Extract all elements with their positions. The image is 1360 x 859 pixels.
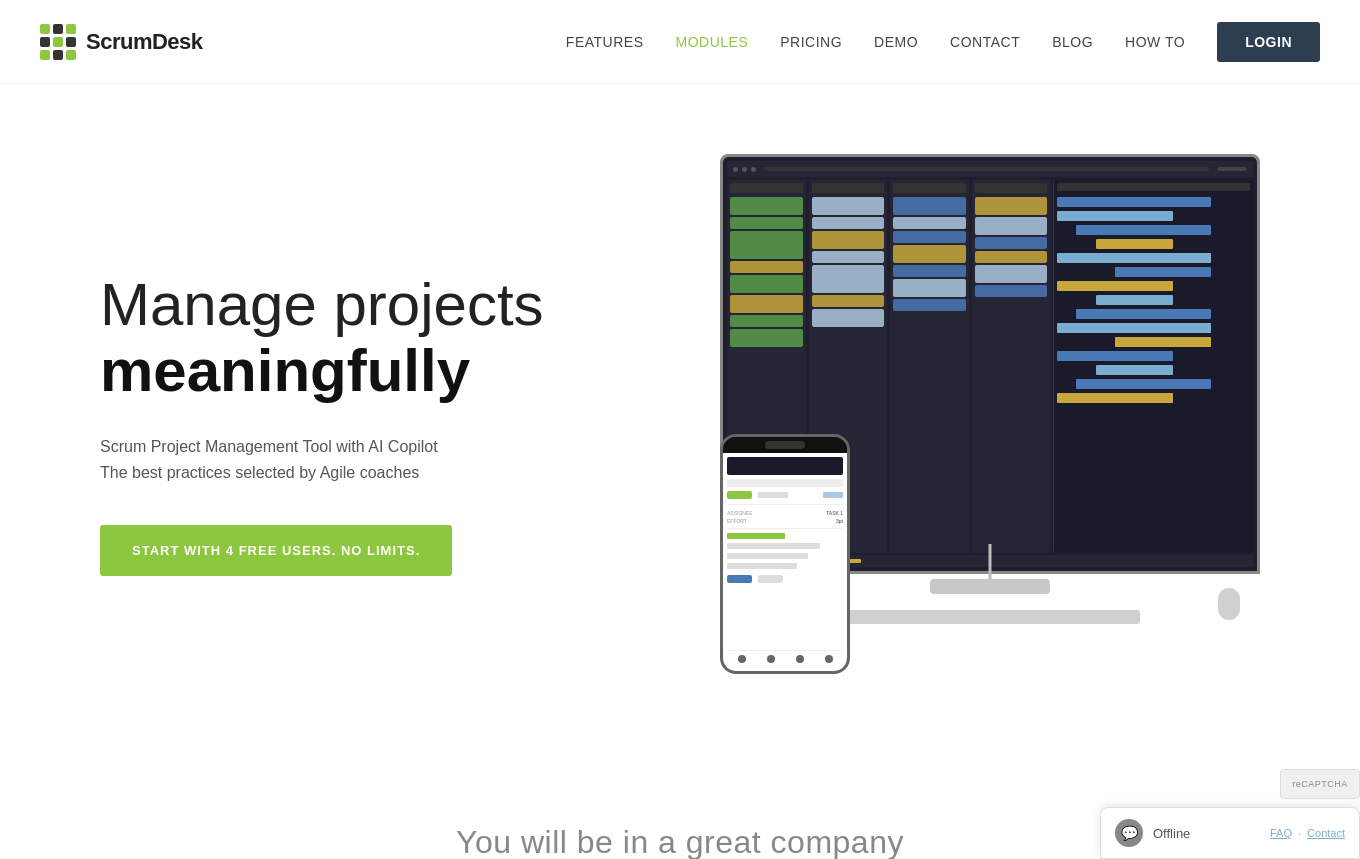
hero-title: Manage projects meaningfully <box>100 272 680 404</box>
screen-right-panel <box>1053 180 1253 553</box>
logo-dot <box>53 50 63 60</box>
chat-widget[interactable]: 💬 Offline FAQ · Contact <box>1100 807 1360 859</box>
nav-demo[interactable]: DEMO <box>874 34 918 50</box>
chat-icon: 💬 <box>1115 819 1143 847</box>
nav-modules[interactable]: MODULES <box>676 34 749 50</box>
logo-dot <box>53 24 63 34</box>
chat-status: Offline <box>1153 826 1190 841</box>
phone-notch <box>723 437 847 453</box>
chat-faq-link[interactable]: FAQ <box>1270 827 1292 839</box>
screen-topbar <box>727 161 1253 177</box>
logo-text: ScrumDesk <box>86 29 203 55</box>
nav-contact[interactable]: CONTACT <box>950 34 1020 50</box>
logo-dot <box>40 50 50 60</box>
phone: ASSIGNEETASK 1 EFFORT3pt <box>720 434 850 674</box>
logo-grid-icon <box>40 24 76 60</box>
chat-contact-link[interactable]: Contact <box>1307 827 1345 839</box>
hero-subtitle: Scrum Project Management Tool with AI Co… <box>100 434 680 485</box>
logo-dot <box>53 37 63 47</box>
logo-dot <box>40 24 50 34</box>
nav-blog[interactable]: BLOG <box>1052 34 1093 50</box>
hero-content: Manage projects meaningfully Scrum Proje… <box>100 272 680 576</box>
cta-button[interactable]: START WITH 4 FREE USERS. NO LIMITS. <box>100 525 452 576</box>
chat-links: FAQ · Contact <box>1270 827 1345 839</box>
logo-dot <box>66 50 76 60</box>
recaptcha-text: reCAPTCHA <box>1292 779 1348 789</box>
recaptcha-badge: reCAPTCHA <box>1280 769 1360 799</box>
logo-dot <box>66 24 76 34</box>
login-button[interactable]: LOGIN <box>1217 22 1320 62</box>
nav-features[interactable]: FEATURES <box>566 34 644 50</box>
main-nav: FEATURES MODULES PRICING DEMO CONTACT BL… <box>566 22 1320 62</box>
phone-content: ASSIGNEETASK 1 EFFORT3pt <box>723 453 847 671</box>
nav-howto[interactable]: HOW TO <box>1125 34 1185 50</box>
hero-image: ASSIGNEETASK 1 EFFORT3pt <box>720 154 1280 694</box>
nav-pricing[interactable]: PRICING <box>780 34 842 50</box>
hero-section: Manage projects meaningfully Scrum Proje… <box>0 84 1360 764</box>
logo[interactable]: ScrumDesk <box>40 24 203 60</box>
logo-dot <box>40 37 50 47</box>
logo-dot <box>66 37 76 47</box>
header: ScrumDesk FEATURES MODULES PRICING DEMO … <box>0 0 1360 84</box>
